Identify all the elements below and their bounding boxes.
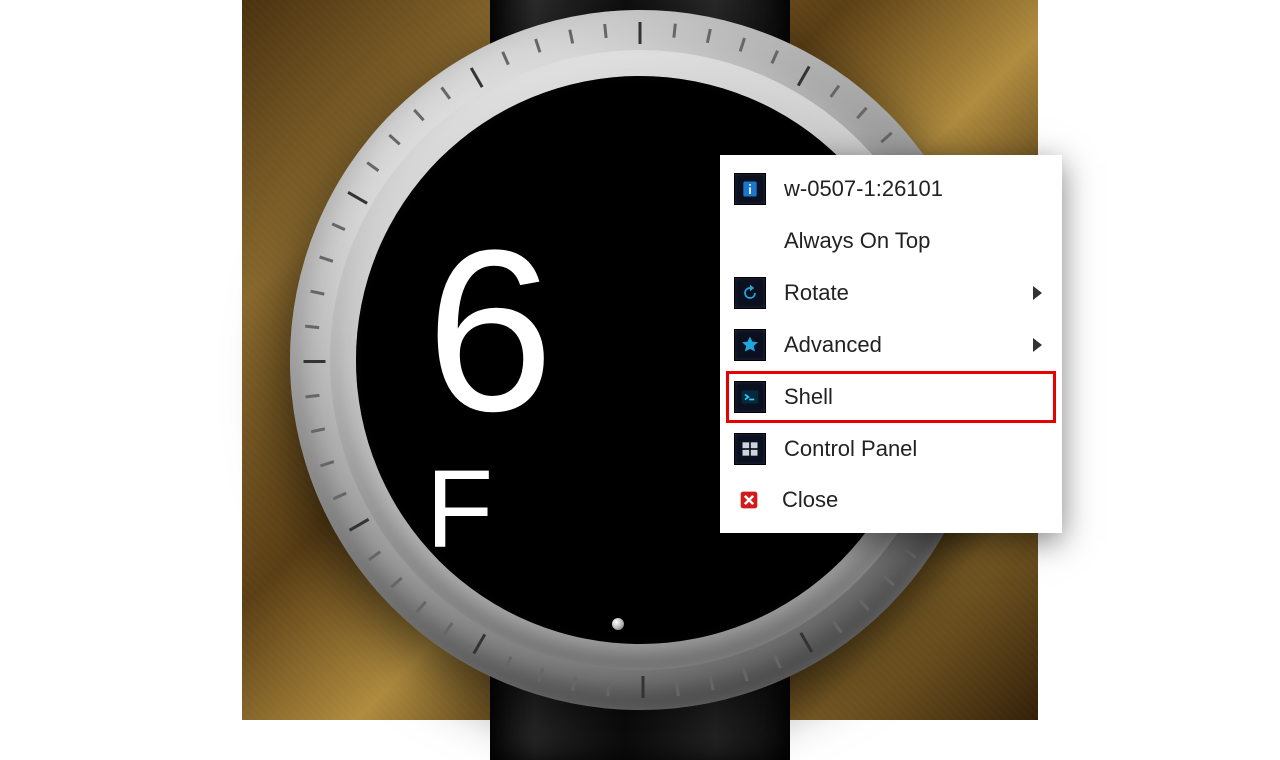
menu-item-label: Rotate xyxy=(784,280,1015,306)
menu-item-label: Shell xyxy=(784,384,1042,410)
menu-item-rotate[interactable]: Rotate xyxy=(720,267,1062,319)
emulator-window: 6 F M w-0507-1:26101Always On TopRotateA… xyxy=(242,0,1038,720)
menu-item-label: Advanced xyxy=(784,332,1015,358)
menu-item-control-panel[interactable]: Control Panel xyxy=(720,423,1062,475)
watchface-hour: 6 xyxy=(426,216,550,446)
terminal-icon xyxy=(734,381,766,413)
info-icon xyxy=(734,173,766,205)
menu-item-close[interactable]: Close xyxy=(720,475,1062,525)
menu-item-label: Always On Top xyxy=(784,228,1042,254)
submenu-arrow-icon xyxy=(1033,338,1042,352)
submenu-arrow-icon xyxy=(1033,286,1042,300)
menu-item-advanced[interactable]: Advanced xyxy=(720,319,1062,371)
menu-item-label: w-0507-1:26101 xyxy=(784,176,1042,202)
watchface-indicator-dot xyxy=(612,618,624,630)
star-icon xyxy=(734,329,766,361)
context-menu[interactable]: w-0507-1:26101 Always On Top Rotate Advance… xyxy=(720,155,1062,533)
close-icon xyxy=(734,485,764,515)
rotate-icon xyxy=(734,277,766,309)
menu-item-title[interactable]: w-0507-1:26101 xyxy=(720,163,1062,215)
menu-item-label: Control Panel xyxy=(784,436,1042,462)
menu-item-label: Close xyxy=(782,487,1042,513)
watchface-sub: F xyxy=(426,446,493,573)
sliders-icon xyxy=(734,433,766,465)
menu-item-always-on-top[interactable]: Always On Top xyxy=(720,215,1062,267)
menu-item-shell[interactable]: Shell xyxy=(720,371,1062,423)
